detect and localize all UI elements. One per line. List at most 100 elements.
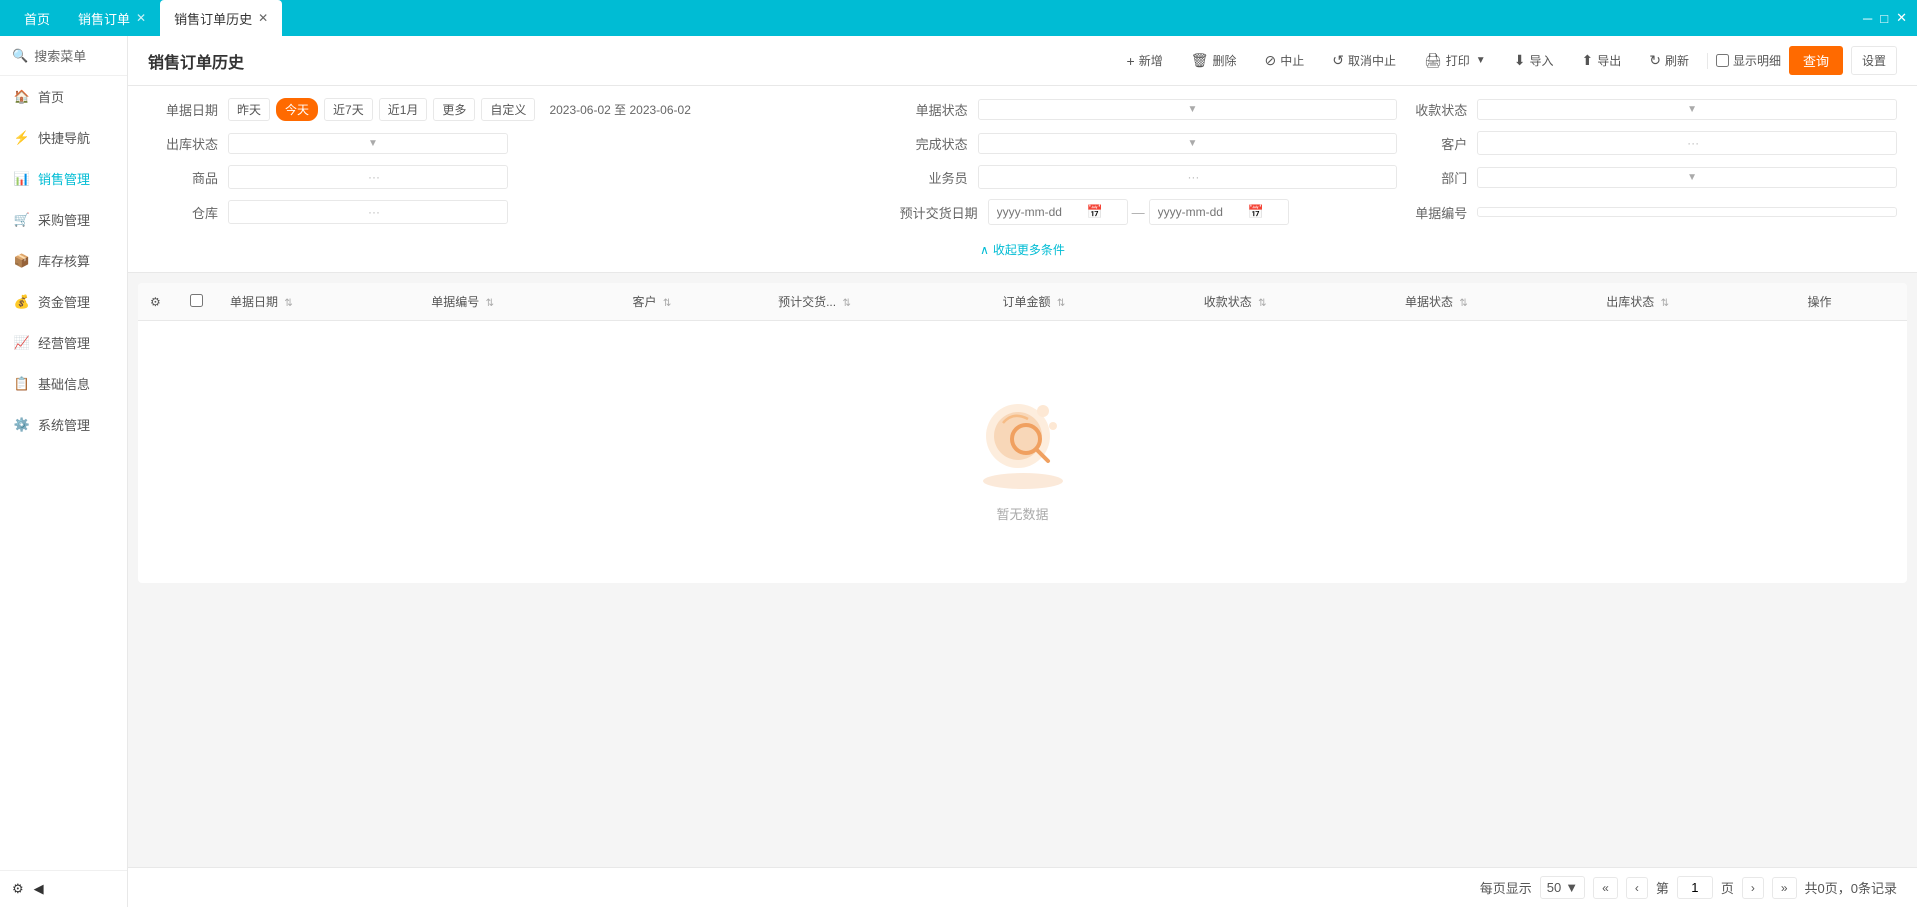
th-settings[interactable]: ⚙ [138,283,178,321]
date-btn-1month[interactable]: 近1月 [379,98,428,121]
sidebar-item-base-info[interactable]: 📋 基础信息 [0,363,127,404]
sidebar-settings-icon[interactable]: ⚙ [12,881,24,897]
sidebar-collapse-icon[interactable]: ◀ [34,881,44,897]
sidebar-item-finance[interactable]: 💰 资金管理 [0,281,127,322]
empty-state: 暂无数据 [138,321,1907,583]
sidebar-item-home[interactable]: 🏠 首页 [0,76,127,117]
tab-sales-order-history-label: 销售订单历史 [174,9,252,28]
sidebar-item-sales-label: 销售管理 [38,169,90,188]
sidebar-item-quick-nav[interactable]: ⚡ 快捷导航 [0,117,127,158]
tab-sales-order[interactable]: 销售订单 ✕ [64,0,160,36]
add-button[interactable]: + 新增 [1117,47,1173,74]
base-info-icon: 📋 [14,376,30,392]
print-button[interactable]: 🖨 打印 ▼ [1414,47,1496,74]
sort-out-icon[interactable]: ⇅ [1661,298,1669,309]
date-btn-more[interactable]: 更多 [433,98,475,121]
complete-status-select[interactable]: ▼ [978,133,1398,154]
sort-date-icon[interactable]: ⇅ [284,298,292,309]
refresh-button[interactable]: ↻ 刷新 [1639,47,1699,74]
filter-row-2: 出库状态 ▼ 完成状态 ▼ 客户 [148,131,1897,155]
out-status-select[interactable]: ▼ [228,133,508,154]
doc-status-select[interactable]: ▼ [978,99,1398,120]
export-button[interactable]: ⬆ 导出 [1571,47,1631,74]
next-page-button[interactable]: › [1742,877,1764,899]
page-size-arrow: ▼ [1565,880,1578,895]
sidebar-item-base-info-label: 基础信息 [38,374,90,393]
sort-doc-icon[interactable]: ⇅ [1459,298,1467,309]
system-icon: ⚙️ [14,417,30,433]
collapse-button[interactable]: ∧ 收起更多条件 [980,241,1065,258]
pagination-bar: 每页显示 50 ▼ « ‹ 第 页 › » 共0页，0条记录 [128,867,1917,907]
first-page-button[interactable]: « [1593,877,1618,899]
import-button[interactable]: ⬇ 导入 [1504,47,1564,74]
order-no-input[interactable] [1477,207,1897,217]
sidebar-item-purchase[interactable]: 🛒 采购管理 [0,199,127,240]
page-number-input[interactable] [1677,876,1713,899]
customer-dots-icon[interactable]: ··· [1687,136,1888,150]
delivery-from-input[interactable]: 📅 [988,199,1128,225]
collapse-label: 收起更多条件 [993,241,1065,258]
salesperson-dots-icon[interactable]: ··· [1187,170,1388,184]
out-status-label: 出库状态 [148,134,228,153]
salesperson-label: 业务员 [898,168,978,187]
cancel-stop-button[interactable]: ↺ 取消中止 [1322,47,1406,74]
last-page-button[interactable]: » [1772,877,1797,899]
page-size-select[interactable]: 50 ▼ [1540,876,1585,899]
salesperson-input[interactable]: ··· [978,165,1398,189]
refresh-icon: ↻ [1649,52,1661,69]
tab-sales-order-close[interactable]: ✕ [136,11,146,25]
show-detail-checkbox[interactable] [1716,54,1729,67]
tab-home[interactable]: 首页 [10,0,64,36]
warehouse-dots-icon[interactable]: ··· [368,205,499,219]
date-group: 昨天 今天 近7天 近1月 更多 自定义 2023-06-02 至 2023-0… [228,98,691,121]
product-input[interactable]: ··· [228,165,508,189]
stop-label: 中止 [1280,52,1304,69]
delivery-to-cal-icon[interactable]: 📅 [1248,204,1264,220]
sort-amount-icon[interactable]: ⇅ [1057,298,1065,309]
receipt-status-select[interactable]: ▼ [1477,99,1897,120]
query-button[interactable]: 查询 [1789,46,1843,75]
sort-delivery-icon[interactable]: ⇅ [842,298,850,309]
date-btn-custom[interactable]: 自定义 [481,98,535,121]
sidebar-item-inventory-label: 库存核算 [38,251,90,270]
delivery-to-field[interactable] [1158,205,1248,219]
delivery-from-field[interactable] [997,205,1087,219]
date-btn-yesterday[interactable]: 昨天 [228,98,270,121]
sidebar-item-system[interactable]: ⚙️ 系统管理 [0,404,127,445]
customer-input[interactable]: ··· [1477,131,1897,155]
sort-customer-icon[interactable]: ⇅ [663,298,671,309]
complete-label: 完成状态 [898,134,978,153]
show-detail-checkbox-label[interactable]: 显示明细 [1716,52,1781,69]
sidebar-item-sales[interactable]: 📊 销售管理 [0,158,127,199]
date-btn-7days[interactable]: 近7天 [324,98,373,121]
collapse-row: ∧ 收起更多条件 [148,235,1897,260]
tab-sales-order-history[interactable]: 销售订单历史 ✕ [160,0,282,36]
sidebar-search[interactable]: 🔍 搜索菜单 [0,36,127,76]
prev-page-button[interactable]: ‹ [1626,877,1648,899]
delivery-to-input[interactable]: 📅 [1149,199,1289,225]
window-min-button[interactable]: ─ [1863,11,1872,26]
sidebar-item-operations[interactable]: 📈 经营管理 [0,322,127,363]
window-max-button[interactable]: □ [1880,11,1888,26]
settings-button[interactable]: 设置 [1851,46,1897,75]
delete-button[interactable]: 🗑 删除 [1181,47,1247,74]
table-area: ⚙ 单据日期 ⇅ 单据编号 ⇅ [128,273,1917,867]
th-checkbox[interactable] [178,283,218,321]
window-close-button[interactable]: ✕ [1896,10,1907,26]
quick-nav-icon: ⚡ [14,130,30,146]
tab-sales-order-history-close[interactable]: ✕ [258,11,268,25]
sort-receipt-icon[interactable]: ⇅ [1258,298,1266,309]
product-dots-icon[interactable]: ··· [368,170,499,184]
sort-no-icon[interactable]: ⇅ [486,298,494,309]
empty-illustration [963,381,1083,504]
date-btn-today[interactable]: 今天 [276,98,318,121]
stop-button[interactable]: ⊘ 中止 [1255,47,1315,74]
select-all-checkbox[interactable] [190,294,203,307]
order-no-label: 单据编号 [1397,203,1477,222]
stop-icon: ⊘ [1265,52,1277,69]
settings-icon[interactable]: ⚙ [150,295,161,309]
dept-select[interactable]: ▼ [1477,167,1897,188]
sidebar-item-inventory[interactable]: 📦 库存核算 [0,240,127,281]
warehouse-input[interactable]: ··· [228,200,508,224]
delivery-from-cal-icon[interactable]: 📅 [1087,204,1103,220]
